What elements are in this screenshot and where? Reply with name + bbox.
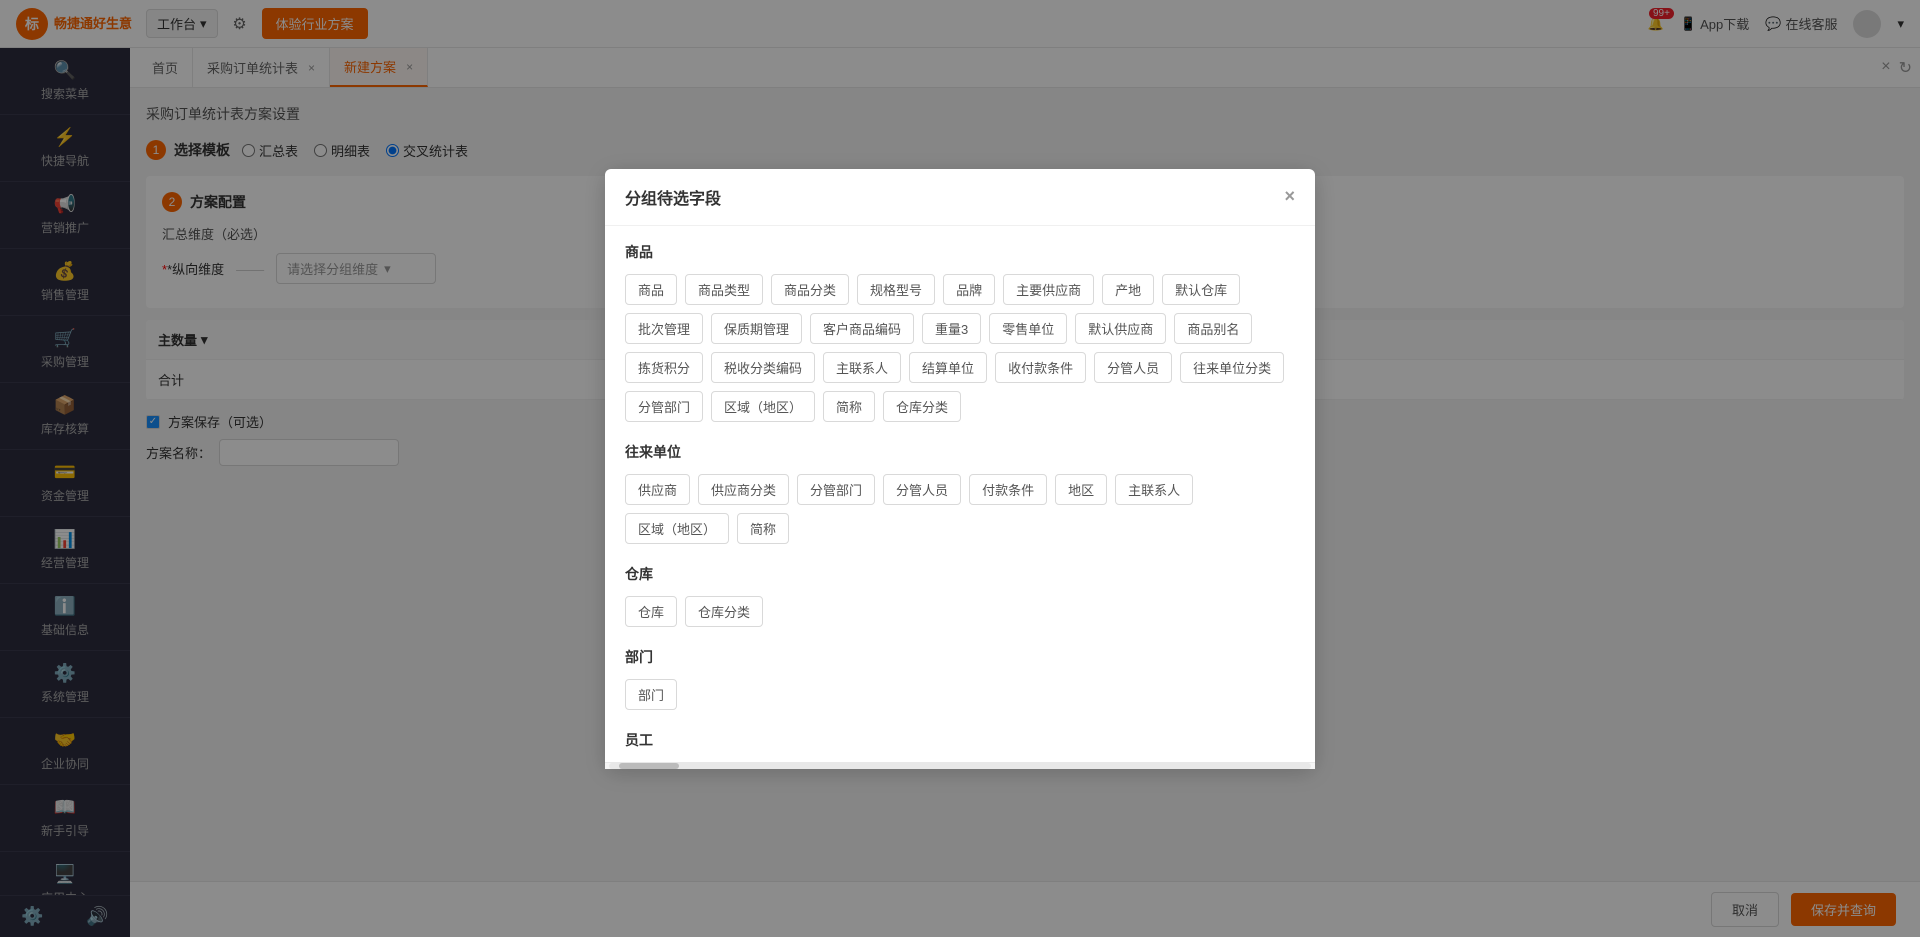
field-tag[interactable]: 产地 <box>1102 274 1154 305</box>
field-tag[interactable]: 往来单位分类 <box>1180 352 1284 383</box>
field-tag[interactable]: 商品 <box>625 274 677 305</box>
field-tag[interactable]: 默认供应商 <box>1075 313 1166 344</box>
field-tag[interactable]: 供应商 <box>625 474 690 505</box>
dept-fields: 部门 <box>625 679 1295 710</box>
field-tag[interactable]: 商品分类 <box>771 274 849 305</box>
field-tag[interactable]: 商品类型 <box>685 274 763 305</box>
field-tag[interactable]: 分管人员 <box>1094 352 1172 383</box>
field-tag[interactable]: 分管部门 <box>625 391 703 422</box>
field-tag[interactable]: 付款条件 <box>969 474 1047 505</box>
field-tag[interactable]: 客户商品编码 <box>810 313 914 344</box>
field-tag[interactable]: 仓库分类 <box>685 596 763 627</box>
modal-horizontal-scrollbar[interactable] <box>605 762 1315 769</box>
modal-header: 分组待选字段 × <box>605 169 1315 226</box>
modal-close-button[interactable]: × <box>1284 186 1295 207</box>
field-tag[interactable]: 重量3 <box>922 313 981 344</box>
field-tag[interactable]: 地区 <box>1055 474 1107 505</box>
field-group-dept-title: 部门 <box>625 647 1295 667</box>
modal-body: 商品 商品 商品类型 商品分类 规格型号 品牌 主要供应商 产地 默认仓库 批次… <box>605 226 1315 762</box>
field-tag[interactable]: 区域（地区） <box>711 391 815 422</box>
field-tag[interactable]: 零售单位 <box>989 313 1067 344</box>
hscroll-track <box>609 763 1311 769</box>
field-tag[interactable]: 税收分类编码 <box>711 352 815 383</box>
field-group-emp-title: 员工 <box>625 730 1295 750</box>
field-tag[interactable]: 分管人员 <box>883 474 961 505</box>
field-group-product-title: 商品 <box>625 242 1295 262</box>
field-tag[interactable]: 主要供应商 <box>1003 274 1094 305</box>
field-tag[interactable]: 批次管理 <box>625 313 703 344</box>
field-tag[interactable]: 分管部门 <box>797 474 875 505</box>
field-group-partner: 往来单位 供应商 供应商分类 分管部门 分管人员 付款条件 地区 主联系人 区域… <box>625 442 1295 544</box>
field-group-employee: 员工 业务员 <box>625 730 1295 762</box>
field-tag[interactable]: 收付款条件 <box>995 352 1086 383</box>
field-tag[interactable]: 结算单位 <box>909 352 987 383</box>
field-tag[interactable]: 简称 <box>823 391 875 422</box>
field-tag[interactable]: 区域（地区） <box>625 513 729 544</box>
field-tag[interactable]: 主联系人 <box>1115 474 1193 505</box>
field-tag[interactable]: 仓库分类 <box>883 391 961 422</box>
field-tag[interactable]: 供应商分类 <box>698 474 789 505</box>
partner-fields: 供应商 供应商分类 分管部门 分管人员 付款条件 地区 主联系人 区域（地区） … <box>625 474 1295 544</box>
warehouse-fields: 仓库 仓库分类 <box>625 596 1295 627</box>
field-tag[interactable]: 商品别名 <box>1174 313 1252 344</box>
field-tag[interactable]: 品牌 <box>943 274 995 305</box>
field-group-department: 部门 部门 <box>625 647 1295 710</box>
field-tag[interactable]: 默认仓库 <box>1162 274 1240 305</box>
field-tag[interactable]: 简称 <box>737 513 789 544</box>
product-fields: 商品 商品类型 商品分类 规格型号 品牌 主要供应商 产地 默认仓库 批次管理 … <box>625 274 1295 422</box>
field-tag[interactable]: 部门 <box>625 679 677 710</box>
field-group-product: 商品 商品 商品类型 商品分类 规格型号 品牌 主要供应商 产地 默认仓库 批次… <box>625 242 1295 422</box>
hscroll-thumb[interactable] <box>619 763 679 769</box>
field-tag[interactable]: 保质期管理 <box>711 313 802 344</box>
field-group-warehouse: 仓库 仓库 仓库分类 <box>625 564 1295 627</box>
field-tag[interactable]: 拣货积分 <box>625 352 703 383</box>
field-tag[interactable]: 主联系人 <box>823 352 901 383</box>
modal-dialog: 分组待选字段 × 商品 商品 商品类型 商品分类 规格型号 品牌 主要供应商 产… <box>605 169 1315 769</box>
modal-overlay: 分组待选字段 × 商品 商品 商品类型 商品分类 规格型号 品牌 主要供应商 产… <box>0 0 1920 937</box>
field-tag[interactable]: 仓库 <box>625 596 677 627</box>
modal-title: 分组待选字段 <box>625 185 721 209</box>
field-group-partner-title: 往来单位 <box>625 442 1295 462</box>
field-group-warehouse-title: 仓库 <box>625 564 1295 584</box>
field-tag[interactable]: 规格型号 <box>857 274 935 305</box>
